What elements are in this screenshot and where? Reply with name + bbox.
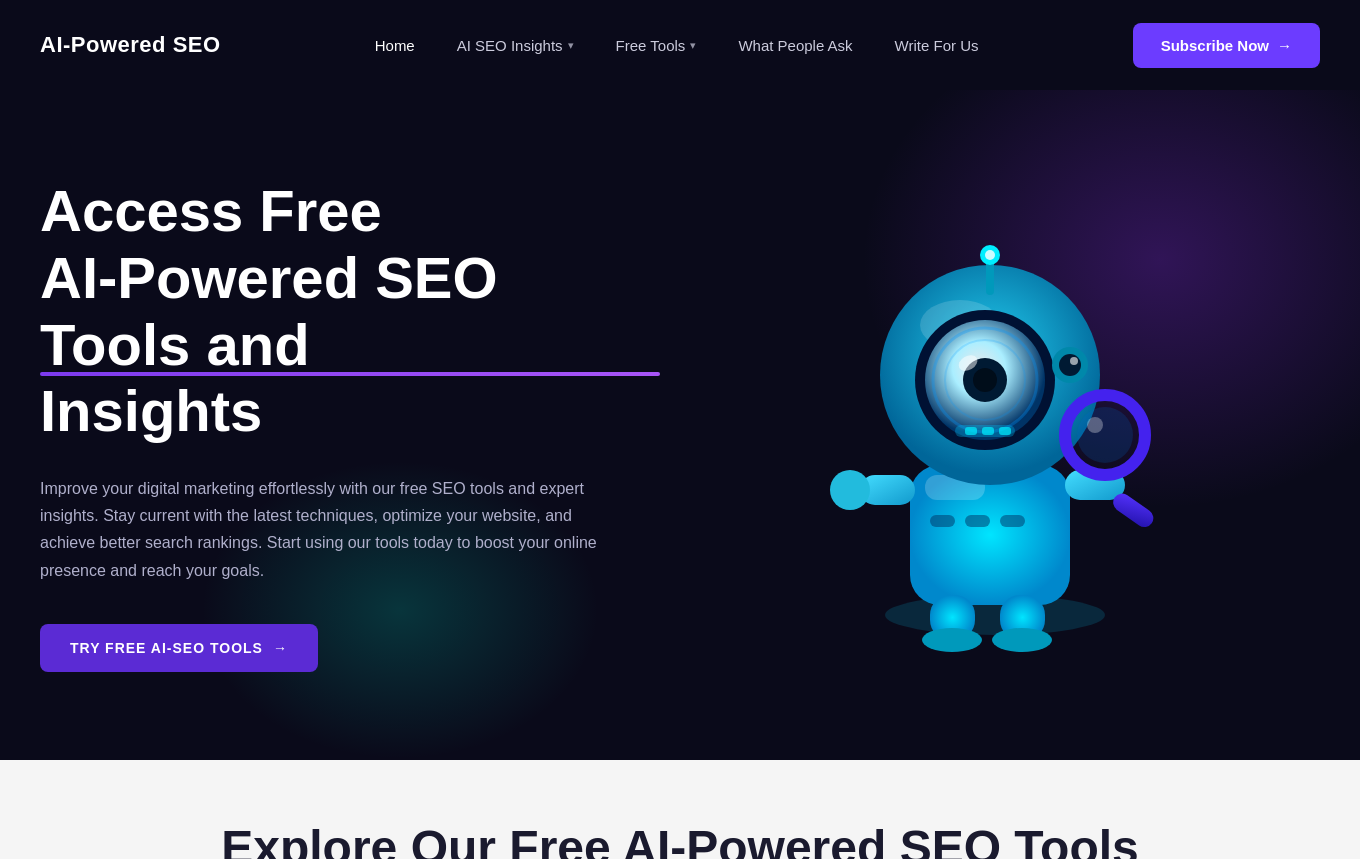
- hero-description: Improve your digital marketing effortles…: [40, 475, 600, 584]
- chevron-down-icon: ▾: [690, 39, 696, 52]
- svg-point-11: [985, 250, 995, 260]
- svg-rect-3: [930, 515, 955, 527]
- svg-point-27: [830, 470, 870, 510]
- hero-image: [660, 175, 1320, 675]
- svg-point-35: [922, 628, 982, 652]
- hero-title: Access Free AI-Powered SEO Tools and Ins…: [40, 178, 660, 445]
- svg-rect-24: [982, 427, 994, 435]
- svg-point-31: [1077, 407, 1133, 463]
- cta-arrow-icon: →: [273, 640, 288, 656]
- nav-item-home[interactable]: Home: [359, 29, 431, 62]
- nav-item-what-people-ask[interactable]: What People Ask: [722, 29, 868, 62]
- nav-link-home[interactable]: Home: [359, 29, 431, 62]
- svg-rect-9: [986, 260, 994, 295]
- svg-rect-23: [965, 427, 977, 435]
- hero-title-line1: Access Free: [40, 178, 382, 243]
- site-logo[interactable]: AI-Powered SEO: [40, 32, 221, 58]
- svg-rect-25: [999, 427, 1011, 435]
- nav-item-free-tools[interactable]: Free Tools ▾: [600, 29, 713, 62]
- nav-link-write-for-us[interactable]: Write For Us: [879, 29, 995, 62]
- svg-rect-5: [1000, 515, 1025, 527]
- nav-link-free-tools[interactable]: Free Tools ▾: [600, 29, 713, 62]
- svg-point-32: [1087, 417, 1103, 433]
- chevron-down-icon: ▾: [568, 39, 574, 52]
- hero-title-line2: AI-Powered SEO Tools and: [40, 245, 660, 378]
- svg-rect-29: [1110, 490, 1157, 531]
- subscribe-button[interactable]: Subscribe Now →: [1133, 23, 1320, 68]
- explore-heading: Explore Our Free AI-Powered SEO Tools: [40, 820, 1320, 859]
- nav-link-ai-insights[interactable]: AI SEO Insights ▾: [441, 29, 590, 62]
- svg-point-21: [1070, 357, 1078, 365]
- hero-title-line3: Insights: [40, 378, 262, 443]
- svg-point-20: [1059, 354, 1081, 376]
- svg-point-17: [973, 368, 997, 392]
- svg-rect-4: [965, 515, 990, 527]
- hero-content: Access Free AI-Powered SEO Tools and Ins…: [40, 178, 660, 672]
- cta-label: TRY FREE AI-SEO TOOLS: [70, 640, 263, 656]
- subscribe-label: Subscribe Now: [1161, 37, 1269, 54]
- svg-point-36: [992, 628, 1052, 652]
- nav-item-ai-insights[interactable]: AI SEO Insights ▾: [441, 29, 590, 62]
- hero-section: Access Free AI-Powered SEO Tools and Ins…: [0, 90, 1360, 760]
- explore-section: Explore Our Free AI-Powered SEO Tools: [0, 760, 1360, 859]
- robot-illustration: [800, 195, 1180, 655]
- arrow-icon: →: [1277, 37, 1292, 54]
- cta-button[interactable]: TRY FREE AI-SEO TOOLS →: [40, 624, 318, 672]
- nav-item-write-for-us[interactable]: Write For Us: [879, 29, 995, 62]
- nav-menu: Home AI SEO Insights ▾ Free Tools ▾ What…: [359, 29, 995, 62]
- nav-link-what-people-ask[interactable]: What People Ask: [722, 29, 868, 62]
- navbar: AI-Powered SEO Home AI SEO Insights ▾ Fr…: [0, 0, 1360, 90]
